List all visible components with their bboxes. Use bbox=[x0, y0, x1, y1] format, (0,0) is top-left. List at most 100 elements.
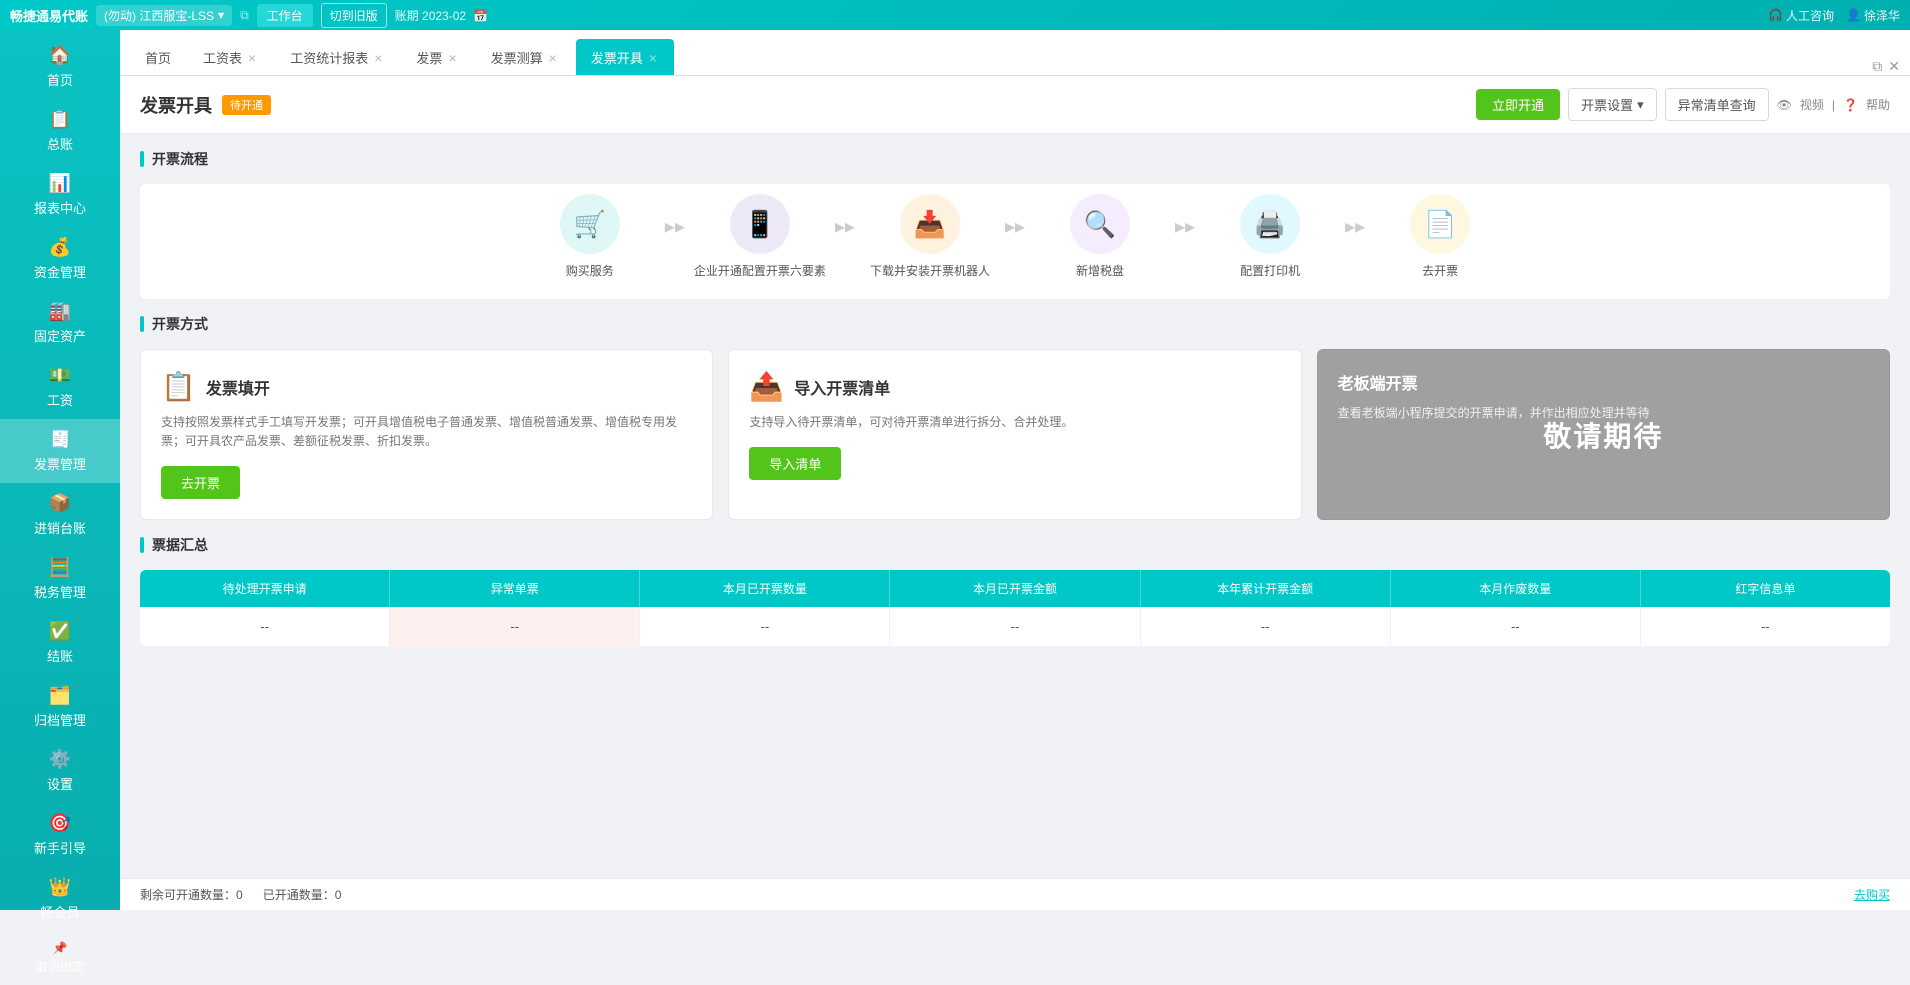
sidebar-label-assets: 固定资产 bbox=[34, 326, 86, 345]
tab-payroll-stats-close[interactable]: × bbox=[372, 48, 384, 68]
pin-icon: 📌 bbox=[53, 941, 68, 955]
page-header: 发票开具 待开通 立即开通 开票设置 ▾ 异常清单查询 👁 视频 | ❓ bbox=[120, 76, 1910, 134]
configure-icon: 📱 bbox=[744, 209, 776, 240]
method-section-title: 开票方式 bbox=[140, 314, 1890, 334]
tab-invoice-tool[interactable]: 发票开具 × bbox=[576, 39, 674, 75]
step-download-label: 下载并安装开票机器人 bbox=[870, 262, 990, 279]
summary-header-pending: 待处理开票申请 bbox=[140, 570, 390, 607]
tab-invoice-tool-close[interactable]: × bbox=[647, 48, 659, 68]
step-configure-label: 企业开通配置开票六要素 bbox=[694, 262, 826, 279]
sidebar-item-funds[interactable]: 💰 资金管理 bbox=[0, 227, 120, 291]
funds-icon: 💰 bbox=[49, 237, 71, 258]
summary-table: 待处理开票申请 异常单票 本月已开票数量 本月已开票金额 本年累计开票金额 本月… bbox=[140, 570, 1890, 646]
import-icon: 📤 bbox=[749, 370, 784, 403]
sidebar-item-invoice[interactable]: 🧾 发票管理 bbox=[0, 419, 120, 483]
view-label: 视频 bbox=[1800, 96, 1824, 113]
sidebar-item-archive[interactable]: 🗂️ 归档管理 bbox=[0, 675, 120, 739]
sidebar-item-payroll[interactable]: 💵 工资 bbox=[0, 355, 120, 419]
sidebar-item-home[interactable]: 🏠 首页 bbox=[0, 35, 120, 99]
main-content: 首页 工资表 × 工资统计报表 × 发票 × 发票测算 × 发票开具 × bbox=[120, 30, 1910, 910]
buy-link[interactable]: 去购买 bbox=[1854, 886, 1890, 903]
sidebar-label-ledger: 总账 bbox=[47, 134, 73, 153]
taxdisk-icon: 🔍 bbox=[1084, 209, 1116, 240]
step-download-icon-wrapper: 📥 bbox=[900, 194, 960, 254]
abnormal-query-button[interactable]: 异常清单查询 bbox=[1665, 88, 1769, 121]
sidebar-item-ledger[interactable]: 📋 总账 bbox=[0, 99, 120, 163]
copy-icon[interactable]: ⧉ bbox=[240, 8, 249, 23]
close-window-icon[interactable]: ✕ bbox=[1888, 58, 1900, 75]
restore-icon[interactable]: ⧉ bbox=[1872, 58, 1882, 75]
tab-home[interactable]: 首页 bbox=[130, 39, 186, 75]
step-configure-icon-wrapper: 📱 bbox=[730, 194, 790, 254]
go-issue-button[interactable]: 去开票 bbox=[161, 466, 240, 499]
sidebar-label-archive: 归档管理 bbox=[34, 710, 86, 729]
sidebar-label-settings: 设置 bbox=[47, 774, 73, 793]
step-issue-label: 去开票 bbox=[1422, 262, 1458, 279]
buy-icon: 🛒 bbox=[574, 209, 606, 240]
sidebar-item-reports[interactable]: 📊 报表中心 bbox=[0, 163, 120, 227]
manual-header: 📋 发票填开 bbox=[161, 370, 692, 403]
archive-icon: 🗂️ bbox=[49, 685, 71, 706]
sidebar-item-purchase[interactable]: 📦 进销台账 bbox=[0, 483, 120, 547]
remaining-quota-label: 剩余可开通数量：0 bbox=[140, 886, 243, 903]
sidebar-label-funds: 资金管理 bbox=[34, 262, 86, 281]
tab-home-label: 首页 bbox=[145, 48, 171, 67]
tab-invoice-calc[interactable]: 发票测算 × bbox=[476, 39, 574, 75]
old-version-button[interactable]: 切到旧版 bbox=[321, 3, 387, 28]
flow-step-taxdisk: 🔍 新增税盘 bbox=[1030, 194, 1170, 279]
user-icon: 👤 bbox=[1846, 8, 1861, 22]
top-bar-left: 畅捷通易代账 (勿动) 江西服宝-LSS ▾ ⧉ 工作台 切到旧版 账期 202… bbox=[10, 3, 488, 28]
sidebar-label-settlement: 结账 bbox=[47, 646, 73, 665]
tab-invoice-list-close[interactable]: × bbox=[446, 48, 458, 68]
window-controls: ⧉ ✕ bbox=[1872, 58, 1900, 75]
step-buy-label: 购买服务 bbox=[566, 262, 614, 279]
tab-invoice-calc-close[interactable]: × bbox=[547, 48, 559, 68]
step-arrow-3: ▸▸ bbox=[1000, 214, 1030, 239]
tab-invoice-calc-label: 发票测算 bbox=[491, 48, 543, 67]
sidebar-item-tax[interactable]: 🧮 税务管理 bbox=[0, 547, 120, 611]
tab-payroll-stats[interactable]: 工资统计报表 × bbox=[275, 39, 399, 75]
sidebar-label-tax: 税务管理 bbox=[34, 582, 86, 601]
tab-invoice-tool-label: 发票开具 bbox=[591, 48, 643, 67]
tab-payroll-table[interactable]: 工资表 × bbox=[188, 39, 273, 75]
tab-invoice-list-label: 发票 bbox=[416, 48, 442, 67]
summary-header-void-count: 本月作废数量 bbox=[1391, 570, 1641, 607]
page-title: 发票开具 bbox=[140, 92, 212, 118]
sidebar-item-settings[interactable]: ⚙️ 设置 bbox=[0, 739, 120, 803]
customer-service-btn[interactable]: 🎧 人工咨询 bbox=[1768, 7, 1834, 24]
workspace-button[interactable]: 工作台 bbox=[257, 4, 313, 27]
open-settings-button[interactable]: 开票设置 ▾ bbox=[1568, 88, 1657, 121]
summary-cell-void-count: -- bbox=[1391, 607, 1641, 646]
sidebar-bottom-pin[interactable]: 📌 取消固定 bbox=[0, 931, 120, 985]
sidebar-item-member[interactable]: 👑 畅会员 bbox=[0, 867, 120, 931]
help-icon: ❓ bbox=[1843, 98, 1858, 112]
sidebar-label-purchase: 进销台账 bbox=[34, 518, 86, 537]
import-invoice-card: 📤 导入开票清单 支持导入待开票清单，可对待开票清单进行拆分、合并处理。 导入清… bbox=[728, 349, 1301, 520]
summary-body: -- -- -- -- -- -- -- bbox=[140, 607, 1890, 646]
settlement-icon: ✅ bbox=[49, 621, 71, 642]
import-list-button[interactable]: 导入清单 bbox=[749, 447, 841, 480]
issue-icon: 📄 bbox=[1424, 209, 1456, 240]
sidebar-item-newbie[interactable]: 🎯 新手引导 bbox=[0, 803, 120, 867]
calendar-icon[interactable]: 📅 bbox=[473, 9, 488, 23]
boss-invoice-card: 老板端开票 查看老板端小程序提交的开票申请，并作出相应处理并等待 敬请期待 bbox=[1317, 349, 1890, 520]
newbie-icon: 🎯 bbox=[49, 813, 71, 834]
tab-invoice-list[interactable]: 发票 × bbox=[401, 39, 473, 75]
view-icon: 👁 bbox=[1777, 98, 1792, 112]
coming-soon-label: 敬请期待 bbox=[1543, 415, 1663, 455]
company-selector[interactable]: (勿动) 江西服宝-LSS ▾ bbox=[96, 5, 232, 26]
sidebar-item-assets[interactable]: 🏭 固定资产 bbox=[0, 291, 120, 355]
import-desc: 支持导入待开票清单，可对待开票清单进行拆分、合并处理。 bbox=[749, 413, 1280, 432]
settings-icon: ⚙️ bbox=[49, 749, 71, 770]
sidebar-label-payroll: 工资 bbox=[47, 390, 73, 409]
immediate-open-button[interactable]: 立即开通 bbox=[1476, 89, 1560, 120]
flow-steps: 🛒 购买服务 ▸▸ 📱 企业开通配置开票六要素 ▸▸ bbox=[140, 184, 1890, 299]
user-area[interactable]: 👤 徐泽华 bbox=[1846, 7, 1900, 24]
import-header: 📤 导入开票清单 bbox=[749, 370, 1280, 403]
sidebar-bottom-label: 取消固定 bbox=[36, 958, 84, 975]
tab-payroll-table-close[interactable]: × bbox=[246, 48, 258, 68]
header-actions: 立即开通 开票设置 ▾ 异常清单查询 👁 视频 | ❓ 帮助 bbox=[1476, 88, 1890, 121]
sidebar-item-settlement[interactable]: ✅ 结账 bbox=[0, 611, 120, 675]
tab-payroll-stats-label: 工资统计报表 bbox=[290, 48, 368, 67]
flow-step-printer: 🖨️ 配置打印机 bbox=[1200, 194, 1340, 279]
